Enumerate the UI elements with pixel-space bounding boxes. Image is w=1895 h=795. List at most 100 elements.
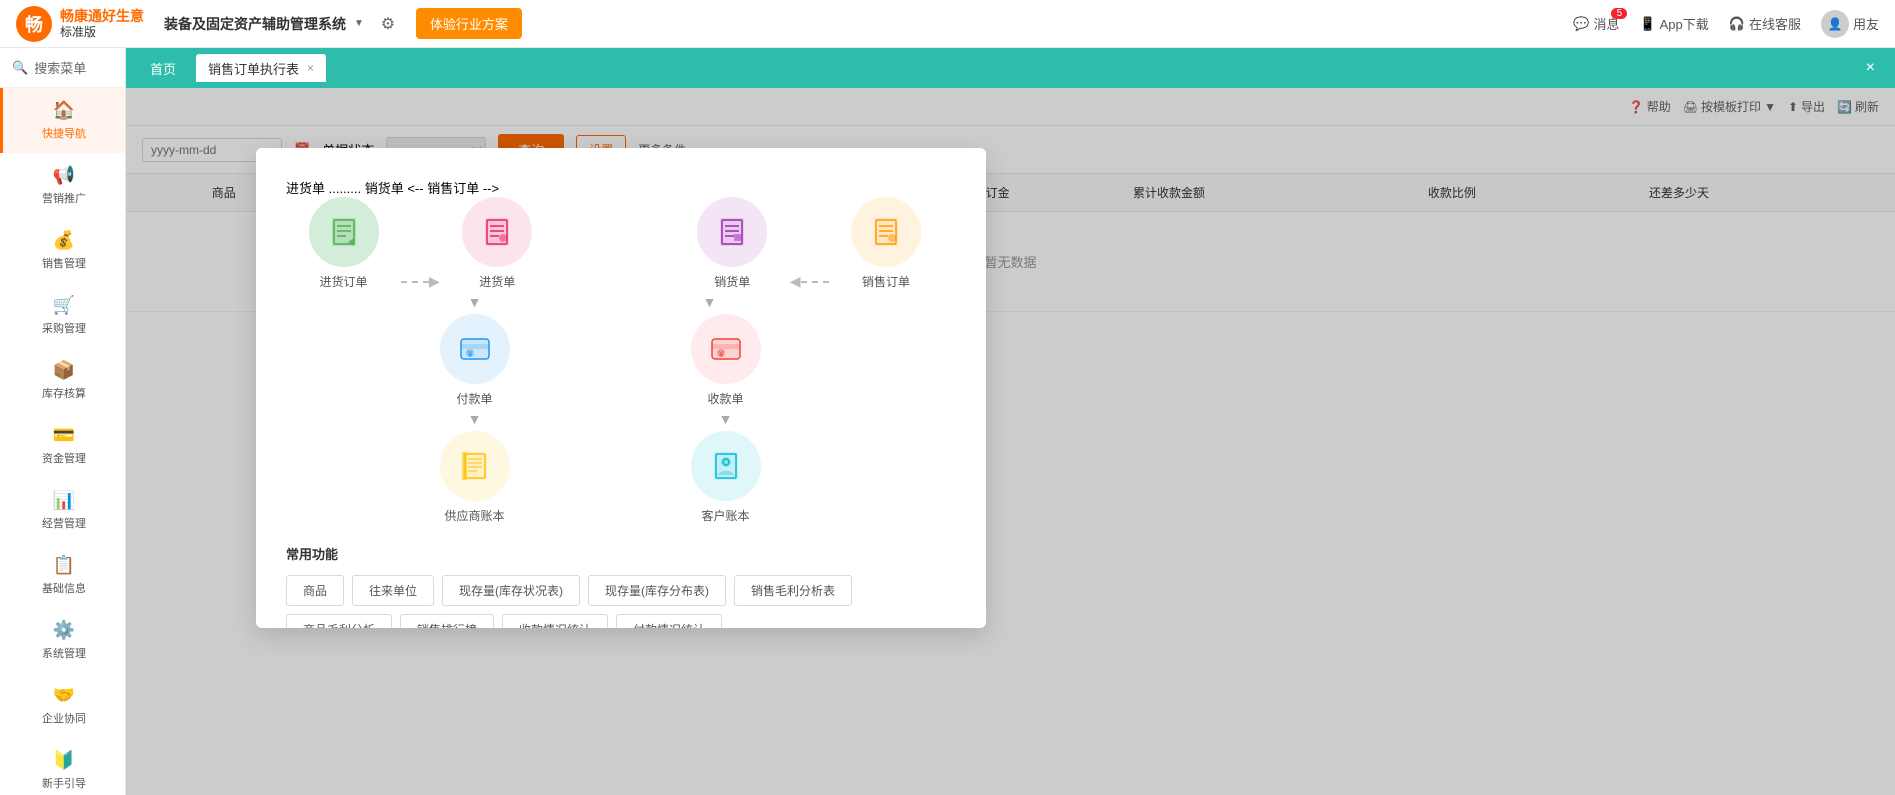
- collab-icon: 🤝: [53, 685, 75, 706]
- system-dropdown[interactable]: ▼: [354, 18, 364, 29]
- func-btn-product[interactable]: 商品: [286, 575, 344, 606]
- sidebar-item-purchase[interactable]: 🛒 采购管理: [0, 283, 125, 348]
- service-icon: 🎧: [1729, 16, 1745, 32]
- sidebar-label-system: 系统管理: [42, 645, 86, 661]
- sidebar-item-operation[interactable]: 📊 经营管理: [0, 478, 125, 543]
- node-purchase-order[interactable]: 进货订单: [286, 197, 401, 290]
- func-btn-stock-dist[interactable]: 现存量(库存分布表): [588, 575, 726, 606]
- func-btn-sales-rank[interactable]: 销售排行榜: [400, 614, 494, 628]
- tab-home[interactable]: 首页: [134, 48, 192, 88]
- common-functions-grid: 商品 往来单位 现存量(库存状况表) 现存量(库存分布表) 销售毛利分析表 商品…: [286, 575, 956, 628]
- func-btn-counterpart[interactable]: 往来单位: [352, 575, 434, 606]
- top-bar: 畅 畅康通好生意 标准版 装备及固定资产辅助管理系统 ▼ ⚙ 体验行业方案 💬 …: [0, 0, 1895, 48]
- content-area: 首页 销售订单执行表 × × ❓ 帮助: [126, 48, 1895, 795]
- user-menu[interactable]: 👤 用友: [1821, 10, 1879, 38]
- brand-main: 畅康通好生意: [60, 7, 144, 25]
- down-arrow-payment: ▼: [468, 411, 482, 427]
- logo-text: 畅康通好生意 标准版: [60, 7, 144, 41]
- common-functions-title: 常用功能: [286, 544, 956, 563]
- func-btn-payment-stats[interactable]: 付款情况统计: [616, 614, 722, 628]
- purchase-icon: 🛒: [53, 295, 75, 316]
- sidebar-item-marketing[interactable]: 📢 营销推广: [0, 153, 125, 218]
- node-payment-bill[interactable]: ¥ 付款单: [417, 314, 532, 407]
- operation-icon: 📊: [53, 490, 75, 511]
- purchase-bill-icon: [462, 197, 532, 267]
- tab-close-icon[interactable]: ×: [307, 61, 314, 75]
- trial-button[interactable]: 体验行业方案: [416, 8, 522, 39]
- svg-text:¥: ¥: [467, 350, 473, 359]
- system-icon: ⚙️: [53, 620, 75, 641]
- supplier-ledger-icon: [440, 431, 510, 501]
- node-sales-order[interactable]: 销售订单: [829, 197, 944, 290]
- node-supplier-ledger[interactable]: 供应商账本: [417, 431, 532, 524]
- app-download-label: App下载: [1660, 14, 1709, 33]
- middle-row: ¥ 付款单 ¥: [286, 314, 956, 407]
- online-service-button[interactable]: 🎧 在线客服: [1729, 14, 1801, 33]
- system-name: 装备及固定资产辅助管理系统: [164, 14, 346, 34]
- search-menu-button[interactable]: 🔍 搜索菜单: [0, 48, 125, 88]
- sales-order-label: 销售订单: [862, 273, 910, 290]
- sidebar-item-quick-nav[interactable]: 🏠 快捷导航: [0, 88, 125, 153]
- svg-text:¥: ¥: [718, 350, 724, 359]
- sidebar-item-finance[interactable]: 💳 资金管理: [0, 413, 125, 478]
- customer-ledger-icon: [691, 431, 761, 501]
- tab-bar-close-icon[interactable]: ×: [1854, 59, 1887, 77]
- search-icon: 🔍: [12, 60, 28, 76]
- message-badge: 5: [1611, 8, 1627, 19]
- sidebar-label-marketing: 营销推广: [42, 190, 86, 206]
- down-arrow-purchase-bill: ▼: [468, 294, 482, 310]
- node-sales-bill[interactable]: 销货单: [675, 197, 790, 290]
- tab-label-sales-order-exec: 销售订单执行表: [208, 59, 299, 78]
- sidebar: 🔍 搜索菜单 🏠 快捷导航 📢 营销推广 💰 销售管理 🛒 采购管理 📦: [0, 48, 126, 795]
- purchase-bill-label: 进货单: [479, 273, 515, 290]
- newbie-icon: 🔰: [53, 750, 75, 771]
- payment-bill-icon: ¥: [440, 314, 510, 384]
- func-btn-stock-status[interactable]: 现存量(库存状况表): [442, 575, 580, 606]
- basic-icon: 📋: [53, 555, 75, 576]
- down-arrows-row2: ▼ ▼: [286, 411, 956, 427]
- finance-icon: 💳: [53, 425, 75, 446]
- message-icon: 💬: [1573, 16, 1589, 32]
- avatar: 👤: [1821, 10, 1849, 38]
- inventory-icon: 📦: [53, 360, 75, 381]
- top-right-actions: 💬 消息 5 📱 App下载 🎧 在线客服 👤 用友: [1573, 10, 1879, 38]
- customer-ledger-label: 客户账本: [701, 507, 749, 524]
- sidebar-label-operation: 经营管理: [42, 515, 86, 531]
- func-btn-product-profit[interactable]: 商品毛利分析: [286, 614, 392, 628]
- sidebar-item-collab[interactable]: 🤝 企业协同: [0, 673, 125, 738]
- sidebar-item-sales[interactable]: 💰 销售管理: [0, 218, 125, 283]
- main-area: 🔍 搜索菜单 🏠 快捷导航 📢 营销推广 💰 销售管理 🛒 采购管理 📦: [0, 48, 1895, 795]
- app-icon: 📱: [1639, 16, 1655, 32]
- node-receipt-bill[interactable]: ¥ 收款单: [668, 314, 783, 407]
- payment-bill-label: 付款单: [456, 390, 492, 407]
- modal-overlay: 进货单 ......... 销货单 <-- 销售订单 --> 进货订单: [126, 88, 1895, 795]
- arrow-order-to-salesbill: ◀: [790, 273, 829, 290]
- dropdown-arrow-icon: ▼: [354, 18, 364, 29]
- sidebar-label-inventory: 库存核算: [42, 385, 86, 401]
- sidebar-item-system[interactable]: ⚙️ 系统管理: [0, 608, 125, 673]
- sidebar-item-inventory[interactable]: 📦 库存核算: [0, 348, 125, 413]
- gear-button[interactable]: ⚙: [372, 8, 404, 40]
- node-purchase-bill[interactable]: 进货单: [440, 197, 555, 290]
- sales-icon: 💰: [53, 230, 75, 251]
- page-content: ❓ 帮助 🖨 按模板打印 ▼ ⬆ 导出: [126, 88, 1895, 795]
- sales-bill-icon: [697, 197, 767, 267]
- supplier-ledger-label: 供应商账本: [444, 507, 504, 524]
- app-download-button[interactable]: 📱 App下载: [1639, 14, 1708, 33]
- sidebar-item-newbie[interactable]: 🔰 新手引导: [0, 738, 125, 795]
- purchase-order-icon: [309, 197, 379, 267]
- func-btn-receipt-stats[interactable]: 收款情况统计: [502, 614, 608, 628]
- node-customer-ledger[interactable]: 客户账本: [668, 431, 783, 524]
- logo-icon: 畅: [16, 6, 52, 42]
- brand-sub: 标准版: [60, 25, 144, 41]
- tab-sales-order-exec[interactable]: 销售订单执行表 ×: [196, 54, 326, 82]
- search-menu-label: 搜索菜单: [34, 58, 86, 77]
- down-arrow-receipt: ▼: [719, 411, 733, 427]
- down-arrow-sales-bill: ▼: [703, 294, 717, 310]
- message-button[interactable]: 💬 消息 5: [1573, 14, 1619, 33]
- sidebar-item-basic[interactable]: 📋 基础信息: [0, 543, 125, 608]
- quick-nav-modal: 进货单 ......... 销货单 <-- 销售订单 --> 进货订单: [256, 148, 986, 628]
- func-btn-sales-profit-analysis[interactable]: 销售毛利分析表: [734, 575, 852, 606]
- sidebar-label-sales: 销售管理: [42, 255, 86, 271]
- logo-area: 畅 畅康通好生意 标准版: [16, 6, 144, 42]
